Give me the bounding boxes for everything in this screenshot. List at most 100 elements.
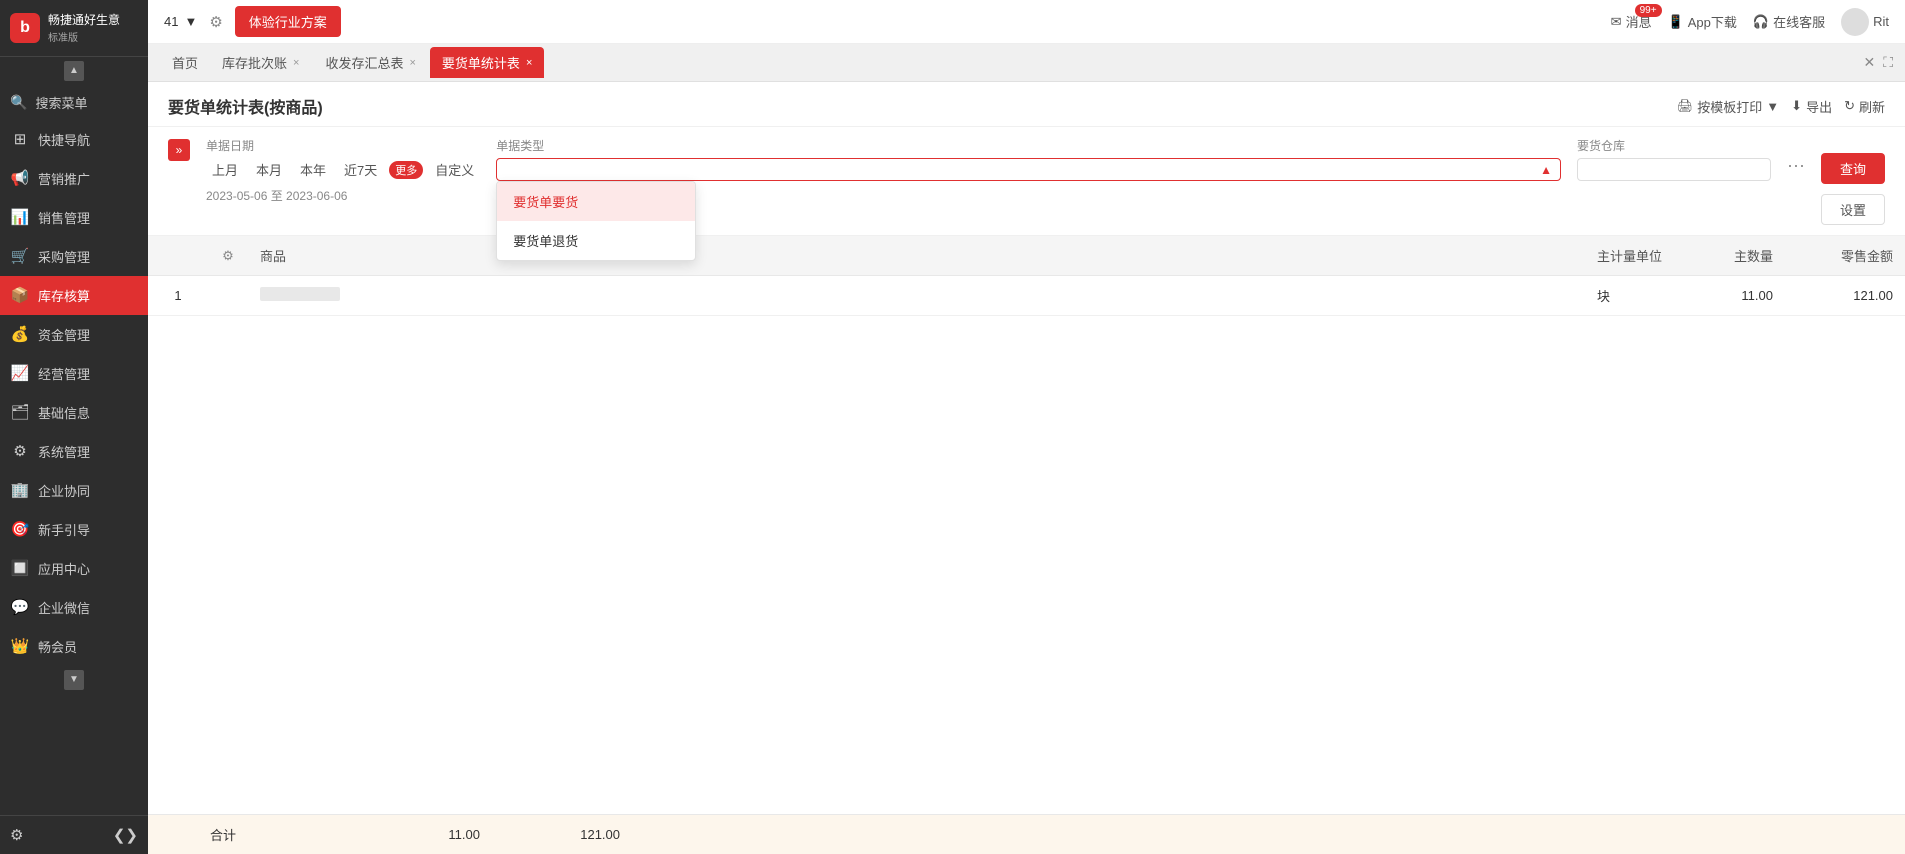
col-header-seq [148, 236, 208, 276]
app-brand-sub: 标准版 [48, 29, 120, 44]
operation-icon: 📈 [10, 364, 30, 382]
col-header-qty: 主数量 [1685, 236, 1785, 276]
sidebar-item-sales[interactable]: 📊 销售管理 [0, 198, 148, 237]
tab-receive-summary[interactable]: 收发存汇总表 × [313, 47, 427, 78]
set-btn[interactable]: 设置 [1821, 194, 1885, 225]
sidebar-item-appstore[interactable]: 🔲 应用中心 [0, 549, 148, 588]
sidebar-item-label: 新手引导 [38, 520, 90, 539]
filter-type-label: 单据类型 [496, 137, 1561, 154]
cell-qty: 11.00 [1685, 276, 1785, 316]
sidebar-item-label: 畅会员 [38, 637, 77, 656]
tab-inventory-batch[interactable]: 库存批次账 × [210, 47, 311, 78]
topbar-gear-icon[interactable]: ⚙ [209, 13, 222, 31]
filter-last-7-days-btn[interactable]: 近7天 [338, 158, 383, 181]
marketing-icon: 📢 [10, 169, 30, 187]
filter-this-year-btn[interactable]: 本年 [294, 158, 332, 181]
settings-icon[interactable]: ⚙ [10, 826, 23, 844]
filter-expand-btn[interactable]: » [168, 139, 190, 161]
tab-close-icon[interactable]: × [293, 57, 299, 69]
system-icon: ⚙ [10, 442, 30, 460]
sidebar-scroll-down-btn[interactable]: ▼ [64, 670, 84, 690]
purchase-icon: 🛒 [10, 247, 30, 265]
app-download-btn[interactable]: 📱 App下载 [1668, 12, 1737, 31]
dropdown-item-requisition-order[interactable]: 要货单要货 [497, 182, 695, 221]
tab-close-active-icon[interactable]: × [526, 57, 532, 69]
sidebar-search[interactable]: 🔍 搜索菜单 [0, 85, 148, 120]
filter-more-options-btn[interactable]: ··· [1787, 155, 1805, 176]
appstore-icon: 🔲 [10, 559, 30, 577]
filter-type-input-wrap[interactable]: ▲ [496, 158, 1561, 181]
sidebar-item-inventory[interactable]: 📦 库存核算 [0, 276, 148, 315]
sidebar-item-label: 采购管理 [38, 247, 90, 266]
trial-btn[interactable]: 体验行业方案 [235, 6, 341, 37]
tab-label: 库存批次账 [222, 53, 287, 72]
expand-btn[interactable]: ⛶ [1883, 54, 1893, 71]
sidebar-item-label: 企业微信 [38, 598, 90, 617]
main-area: 41 ▼ ⚙ 体验行业方案 ✉ 消息 99+ 📱 App下载 🎧 在线客服 R [148, 0, 1905, 854]
filter-type-input[interactable] [505, 162, 1540, 177]
footer-qty: 11.00 [380, 827, 480, 842]
data-table: ⚙ 商品 主计量单位 主数量 零售金额 1 块 [148, 236, 1905, 316]
store-selector[interactable]: 41 ▼ [164, 14, 197, 29]
query-btn[interactable]: 查询 [1821, 153, 1885, 184]
filter-last-month-btn[interactable]: 上月 [206, 158, 244, 181]
topbar-right: ✉ 消息 99+ 📱 App下载 🎧 在线客服 Rit [1611, 8, 1889, 36]
sidebar-item-wechat[interactable]: 💬 企业微信 [0, 588, 148, 627]
sidebar-item-guide[interactable]: 🎯 新手引导 [0, 510, 148, 549]
member-icon: 👑 [10, 637, 30, 655]
cell-amount: 121.00 [1785, 276, 1905, 316]
filter-warehouse-wrap[interactable] [1577, 158, 1771, 181]
sidebar-item-label: 营销推广 [38, 169, 90, 188]
sidebar-item-purchase[interactable]: 🛒 采购管理 [0, 237, 148, 276]
close-all-tabs-btn[interactable]: ✕ [1863, 54, 1875, 71]
print-template-btn[interactable]: 🖨 按模板打印 ▼ [1677, 97, 1779, 116]
page-title: 要货单统计表(按商品) [168, 94, 323, 118]
enterprise-icon: 🏢 [10, 481, 30, 499]
tab-home-label: 首页 [172, 56, 198, 71]
online-support-btn[interactable]: 🎧 在线客服 [1753, 12, 1825, 31]
finance-icon: 💰 [10, 325, 30, 343]
sidebar-item-label: 销售管理 [38, 208, 90, 227]
filter-type-dropdown-icon[interactable]: ▲ [1540, 163, 1552, 177]
sidebar-item-enterprise[interactable]: 🏢 企业协同 [0, 471, 148, 510]
user-avatar[interactable]: Rit [1841, 8, 1889, 36]
sidebar-item-finance[interactable]: 💰 资金管理 [0, 315, 148, 354]
table-footer: 合计 11.00 121.00 [148, 814, 1905, 854]
sidebar-item-system[interactable]: ⚙ 系统管理 [0, 432, 148, 471]
filter-bar: » 单据日期 上月 本月 本年 近7天 更多 自定义 2023-05-06 至 … [148, 127, 1905, 236]
cell-goods [248, 276, 1585, 316]
sidebar-item-operation[interactable]: 📈 经营管理 [0, 354, 148, 393]
dropdown-item-requisition-return[interactable]: 要货单退货 [497, 221, 695, 260]
filter-warehouse-input[interactable] [1586, 162, 1762, 177]
sidebar-scroll-up-area: ▲ [0, 57, 148, 85]
sidebar-item-label: 系统管理 [38, 442, 90, 461]
export-icon: ⬇ [1791, 98, 1802, 114]
col-header-settings[interactable]: ⚙ [208, 236, 248, 276]
tab-requisition-stats[interactable]: 要货单统计表 × [430, 47, 544, 78]
filter-warehouse-group: 要货仓库 [1577, 137, 1771, 181]
filter-custom-btn[interactable]: 自定义 [429, 158, 480, 181]
refresh-btn[interactable]: ↻ 刷新 [1844, 97, 1885, 116]
filter-this-month-btn[interactable]: 本月 [250, 158, 288, 181]
filter-more-tag[interactable]: 更多 [389, 161, 423, 179]
sidebar-item-basic[interactable]: 🗂 基础信息 [0, 393, 148, 432]
tab-close-icon[interactable]: × [409, 57, 415, 69]
table-row: 1 块 11.00 121.00 [148, 276, 1905, 316]
sidebar-item-label: 基础信息 [38, 403, 90, 422]
sidebar-scroll-up-btn[interactable]: ▲ [64, 61, 84, 81]
sidebar-item-member[interactable]: 👑 畅会员 [0, 627, 148, 666]
messages-btn[interactable]: ✉ 消息 99+ [1611, 12, 1652, 31]
sidebar-item-quick-nav[interactable]: ⊞ 快捷导航 [0, 120, 148, 159]
sidebar-item-marketing[interactable]: 📢 营销推广 [0, 159, 148, 198]
tabs-bar: 首页 库存批次账 × 收发存汇总表 × 要货单统计表 × ✕ ⛶ [148, 44, 1905, 82]
filter-date-options: 上月 本月 本年 近7天 更多 自定义 [206, 158, 480, 181]
collapse-sidebar-icon[interactable]: ❮❯ [113, 826, 138, 844]
filter-warehouse-label: 要货仓库 [1577, 137, 1771, 154]
guide-icon: 🎯 [10, 520, 30, 538]
export-btn[interactable]: ⬇ 导出 [1791, 97, 1832, 116]
cell-unit: 块 [1585, 276, 1685, 316]
tab-home[interactable]: 首页 [160, 47, 210, 78]
footer-amount: 121.00 [500, 827, 620, 842]
table-wrap: ⚙ 商品 主计量单位 主数量 零售金额 1 块 [148, 236, 1905, 814]
sidebar-search-label: 搜索菜单 [35, 93, 87, 112]
